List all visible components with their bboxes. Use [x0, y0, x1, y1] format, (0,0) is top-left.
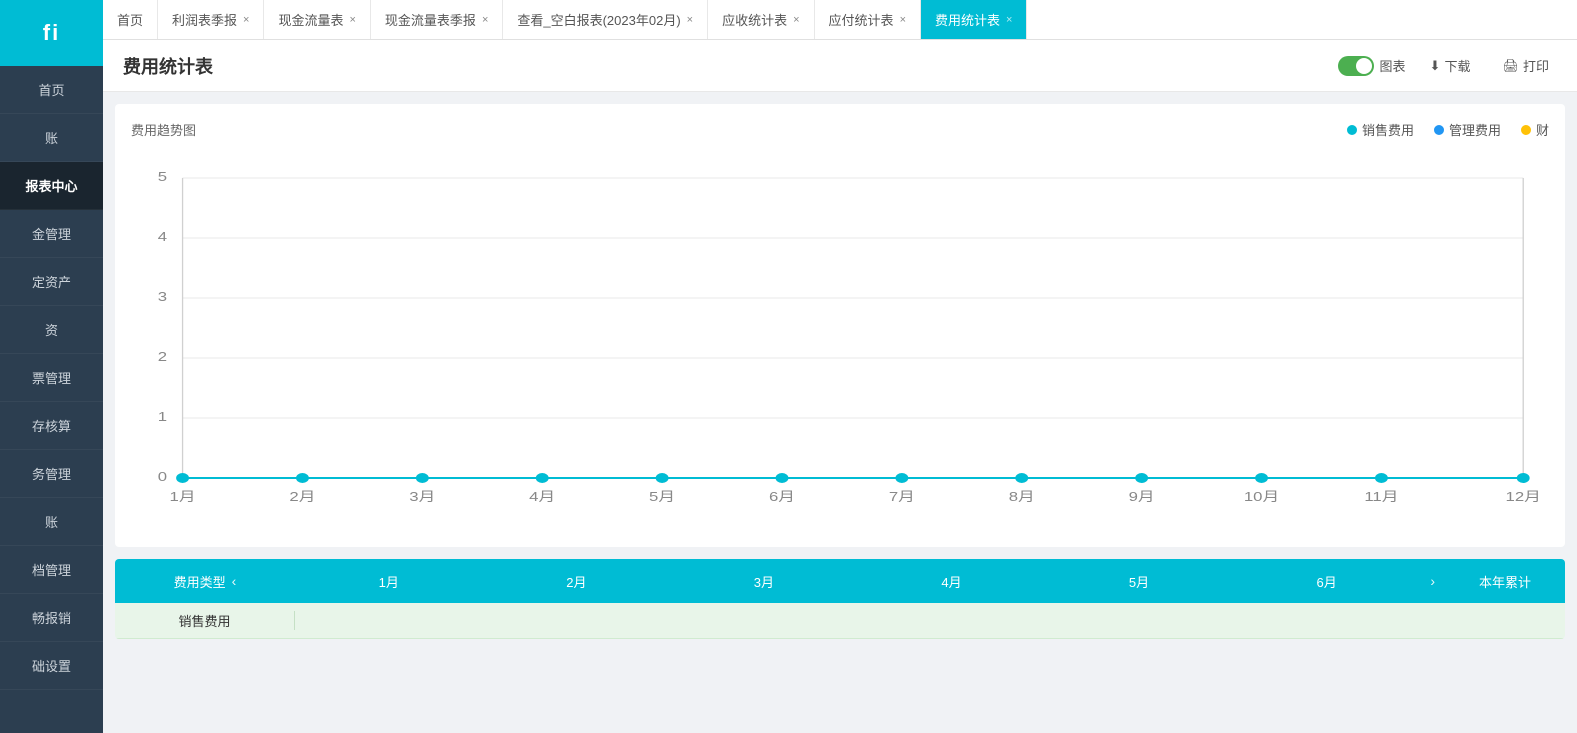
sidebar-logo: fi	[0, 0, 103, 66]
svg-text:3: 3	[158, 290, 167, 305]
tab-close-blank-report[interactable]: ×	[687, 14, 693, 26]
table-section: 费用类型 ‹ 1月 2月 3月 4月 5月 6月 › 本年累计 销售费用	[115, 559, 1565, 639]
tab-bar: 首页 利润表季报 × 现金流量表 × 现金流量表季报 × 查看_空白报表(202…	[103, 0, 1577, 40]
print-icon: 🖨	[1502, 58, 1519, 74]
tab-expense[interactable]: 费用统计表 ×	[921, 0, 1027, 40]
tab-income-quarterly[interactable]: 利润表季报 ×	[158, 0, 264, 40]
download-button[interactable]: ⬇ 下载	[1422, 52, 1479, 79]
svg-text:1月: 1月	[170, 490, 196, 505]
chart-title: 费用趋势图	[131, 120, 196, 139]
tab-close-receivable[interactable]: ×	[793, 14, 799, 26]
legend-admin: 管理费用	[1434, 120, 1501, 139]
sidebar-item-settings[interactable]: 础设置	[0, 642, 103, 690]
svg-text:8月: 8月	[1009, 490, 1035, 505]
sidebar-item-archive[interactable]: 档管理	[0, 546, 103, 594]
svg-text:0: 0	[158, 470, 167, 485]
tab-cashflow-quarterly[interactable]: 现金流量表季报 ×	[371, 0, 503, 40]
col-apr: 4月	[858, 572, 1046, 591]
svg-text:4: 4	[158, 230, 167, 245]
tab-close-expense[interactable]: ×	[1006, 14, 1012, 26]
col-mar: 3月	[670, 572, 858, 591]
svg-text:5: 5	[158, 170, 167, 185]
legend-dot-sales	[1347, 125, 1357, 135]
svg-text:10月: 10月	[1244, 490, 1279, 505]
sidebar-item-reports[interactable]: 报表中心	[0, 162, 103, 210]
sidebar-item-inventory[interactable]: 存核算	[0, 402, 103, 450]
svg-text:6月: 6月	[769, 490, 795, 505]
svg-text:11月: 11月	[1364, 490, 1398, 505]
legend-dot-admin	[1434, 125, 1444, 135]
print-button[interactable]: 🖨 打印	[1494, 52, 1557, 79]
tab-payable[interactable]: 应付统计表 ×	[815, 0, 921, 40]
chart-legend: 销售费用 管理费用 财	[1347, 120, 1549, 139]
svg-text:3月: 3月	[409, 490, 435, 505]
sidebar: fi 首页 账 报表中心 金管理 定资产 资 票管理 存核算 务管理 账 档管理…	[0, 0, 103, 733]
chart-section: 费用趋势图 销售费用 管理费用 财	[115, 104, 1565, 547]
svg-text:5月: 5月	[649, 490, 675, 505]
legend-dot-finance	[1521, 125, 1531, 135]
main-area: 首页 利润表季报 × 现金流量表 × 现金流量表季报 × 查看_空白报表(202…	[103, 0, 1577, 733]
chart-canvas: 5 4 3 2 1 0	[131, 151, 1549, 531]
sidebar-item-home[interactable]: 首页	[0, 66, 103, 114]
legend-sales: 销售费用	[1347, 120, 1414, 139]
col-ytd: 本年累计	[1445, 572, 1565, 591]
cell-type-sales: 销售费用	[115, 611, 295, 630]
col-jun: 6月	[1233, 572, 1421, 591]
sidebar-item-assets[interactable]: 定资产	[0, 258, 103, 306]
col-feb: 2月	[483, 572, 671, 591]
svg-text:4月: 4月	[529, 490, 555, 505]
sidebar-item-ledger[interactable]: 账	[0, 498, 103, 546]
sidebar-item-capital[interactable]: 资	[0, 306, 103, 354]
tab-close-payable[interactable]: ×	[900, 14, 906, 26]
svg-text:2: 2	[158, 350, 167, 365]
tab-close-cashflow[interactable]: ×	[349, 14, 355, 26]
tab-close-cashflow-quarterly[interactable]: ×	[482, 14, 488, 26]
svg-text:12月: 12月	[1506, 490, 1541, 505]
chart-header: 费用趋势图 销售费用 管理费用 财	[131, 120, 1549, 139]
sidebar-item-invoice[interactable]: 票管理	[0, 354, 103, 402]
svg-text:2月: 2月	[289, 490, 315, 505]
chart-toggle[interactable]	[1338, 56, 1374, 76]
sidebar-item-finance[interactable]: 金管理	[0, 210, 103, 258]
table-row-sales: 销售费用	[115, 603, 1565, 639]
sidebar-item-account[interactable]: 账	[0, 114, 103, 162]
tab-cashflow[interactable]: 现金流量表 ×	[264, 0, 370, 40]
download-icon: ⬇	[1430, 58, 1441, 74]
tab-close-income-quarterly[interactable]: ×	[243, 14, 249, 26]
chart-toggle-label: 图表	[1338, 56, 1406, 76]
tab-home[interactable]: 首页	[103, 0, 158, 40]
sidebar-item-expense[interactable]: 畅报销	[0, 594, 103, 642]
col-type: 费用类型 ‹	[115, 572, 295, 591]
next-arrow[interactable]: ›	[1420, 573, 1445, 589]
legend-finance: 财	[1521, 120, 1549, 139]
svg-text:9月: 9月	[1129, 490, 1155, 505]
page-title: 费用统计表	[123, 53, 213, 79]
tab-receivable[interactable]: 应收统计表 ×	[708, 0, 814, 40]
svg-text:1: 1	[158, 410, 167, 425]
tab-blank-report[interactable]: 查看_空白报表(2023年02月) ×	[503, 0, 708, 40]
prev-arrow[interactable]: ‹	[232, 573, 237, 589]
col-may: 5月	[1045, 572, 1233, 591]
page-header: 费用统计表 图表 ⬇ 下载 🖨 打印	[103, 40, 1577, 92]
header-actions: 图表 ⬇ 下载 🖨 打印	[1338, 52, 1557, 79]
sidebar-item-service[interactable]: 务管理	[0, 450, 103, 498]
page-content: 费用统计表 图表 ⬇ 下载 🖨 打印 费用趋势图	[103, 40, 1577, 733]
col-jan: 1月	[295, 572, 483, 591]
table-header: 费用类型 ‹ 1月 2月 3月 4月 5月 6月 › 本年累计	[115, 559, 1565, 603]
svg-text:7月: 7月	[889, 490, 915, 505]
